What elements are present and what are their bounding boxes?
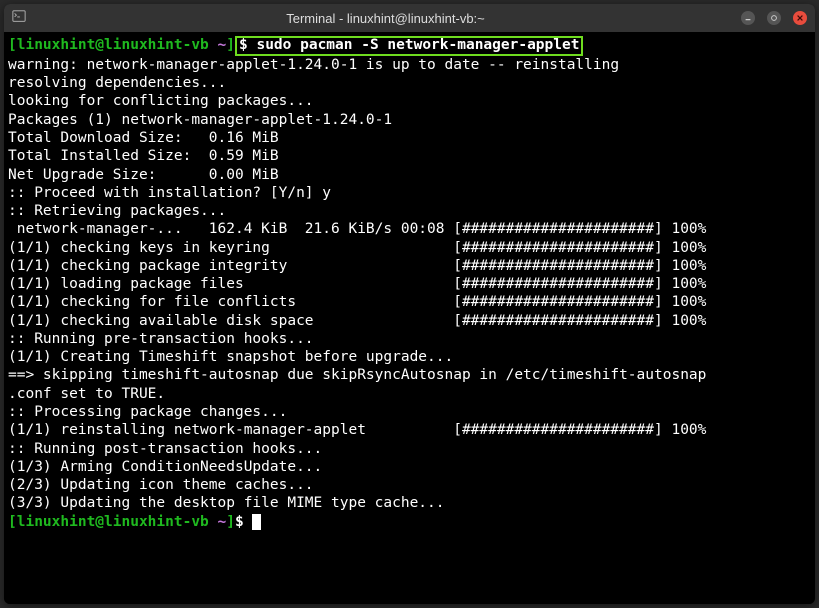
prompt-bracket-close: ] <box>226 514 235 530</box>
output-line: :: Processing package changes... <box>8 403 807 421</box>
terminal-output[interactable]: [linuxhint@linuxhint-vb ~]$ sudo pacman … <box>4 32 815 604</box>
output-line: Total Download Size: 0.16 MiB <box>8 129 807 147</box>
prompt-sigil: $ <box>235 514 244 530</box>
prompt-path: ~ <box>218 514 227 530</box>
minimize-button[interactable] <box>741 11 755 25</box>
prompt-path: ~ <box>218 37 227 53</box>
output-line: warning: network-manager-applet-1.24.0-1… <box>8 56 807 74</box>
close-button[interactable] <box>793 11 807 25</box>
output-line: :: Running post-transaction hooks... <box>8 440 807 458</box>
command-highlight: $ sudo pacman -S network-manager-applet <box>235 36 583 56</box>
output-line: (1/1) Creating Timeshift snapshot before… <box>8 348 807 366</box>
output-line: looking for conflicting packages... <box>8 92 807 110</box>
prompt-bracket-close: ] <box>226 37 235 53</box>
output-line: (1/1) checking keys in keyring [########… <box>8 239 807 257</box>
output-line: :: Proceed with installation? [Y/n] y <box>8 184 807 202</box>
output-line: (2/3) Updating icon theme caches... <box>8 476 807 494</box>
output-line: (1/1) loading package files [###########… <box>8 275 807 293</box>
output-line: (1/1) checking for file conflicts [#####… <box>8 293 807 311</box>
prompt-userhost: linuxhint@linuxhint-vb <box>17 37 209 53</box>
output-line: (1/1) checking package integrity [######… <box>8 257 807 275</box>
maximize-button[interactable] <box>767 11 781 25</box>
prompt-line-2: [linuxhint@linuxhint-vb ~]$ <box>8 513 807 531</box>
output-line: :: Running pre-transaction hooks... <box>8 330 807 348</box>
output-line: ==> skipping timeshift-autosnap due skip… <box>8 366 807 384</box>
output-line: (3/3) Updating the desktop file MIME typ… <box>8 494 807 512</box>
command-text: $ sudo pacman -S network-manager-applet <box>239 37 579 53</box>
cursor <box>252 514 261 530</box>
window-controls <box>741 11 807 25</box>
window-title: Terminal - linuxhint@linuxhint-vb:~ <box>36 11 735 26</box>
output-line: :: Retrieving packages... <box>8 202 807 220</box>
prompt-bracket-open: [ <box>8 37 17 53</box>
output-line: .conf set to TRUE. <box>8 385 807 403</box>
output-line: network-manager-... 162.4 KiB 21.6 KiB/s… <box>8 220 807 238</box>
prompt-userhost: linuxhint@linuxhint-vb <box>17 514 209 530</box>
output-line: Net Upgrade Size: 0.00 MiB <box>8 166 807 184</box>
output-line: Total Installed Size: 0.59 MiB <box>8 147 807 165</box>
terminal-window: Terminal - linuxhint@linuxhint-vb:~ [lin… <box>4 4 815 604</box>
prompt-line-1: [linuxhint@linuxhint-vb ~]$ sudo pacman … <box>8 36 807 56</box>
output-line: (1/3) Arming ConditionNeedsUpdate... <box>8 458 807 476</box>
output-line: (1/1) reinstalling network-manager-apple… <box>8 421 807 439</box>
output-line: Packages (1) network-manager-applet-1.24… <box>8 111 807 129</box>
prompt-bracket-open: [ <box>8 514 17 530</box>
titlebar[interactable]: Terminal - linuxhint@linuxhint-vb:~ <box>4 4 815 32</box>
terminal-icon <box>12 9 26 27</box>
output-line: resolving dependencies... <box>8 74 807 92</box>
output-line: (1/1) checking available disk space [###… <box>8 312 807 330</box>
